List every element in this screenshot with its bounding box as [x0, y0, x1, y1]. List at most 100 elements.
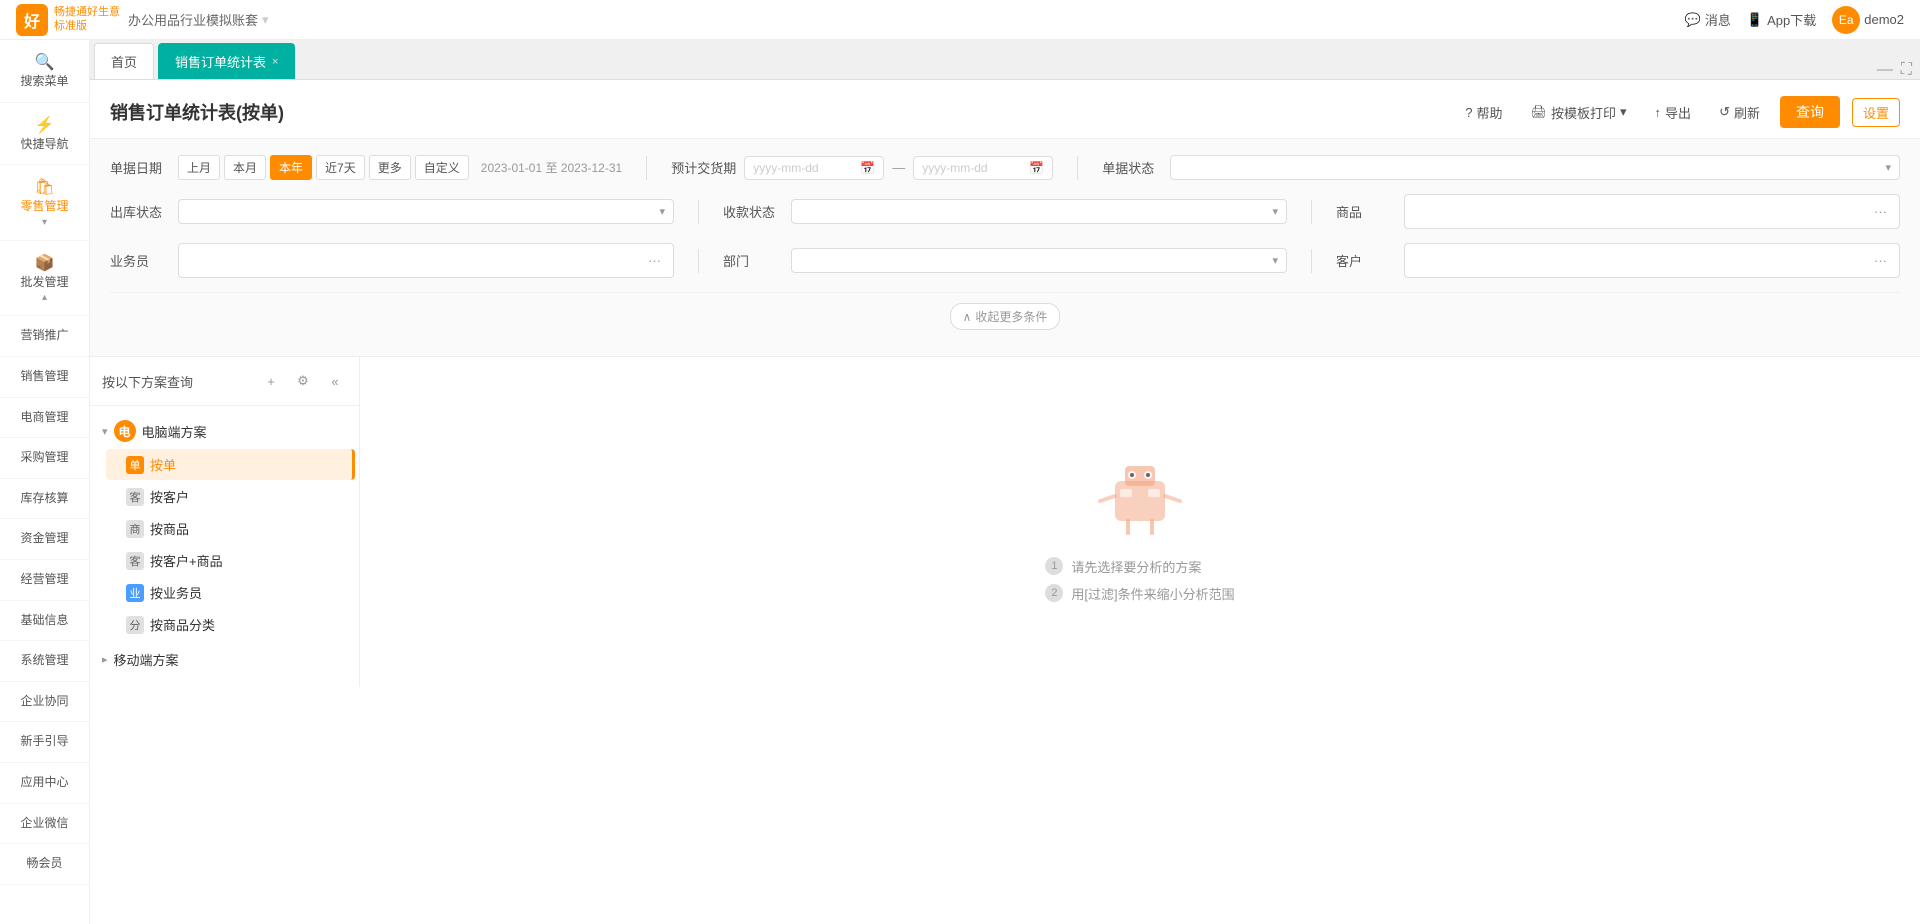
message-button[interactable]: 💬 消息: [1685, 10, 1731, 29]
user-menu[interactable]: Ea demo2: [1832, 6, 1904, 34]
scheme-tree: ▾ 电 电脑端方案 单 按单: [90, 406, 359, 687]
by-order-label: 按单: [150, 455, 176, 474]
salesperson-input[interactable]: ···: [178, 243, 674, 278]
sidebar-item-label: 基础信息: [20, 613, 68, 629]
goods-dots[interactable]: ···: [1870, 200, 1891, 223]
sidebar-item-enterprise[interactable]: 企业协同: [0, 682, 89, 723]
sidebar-item-inventory[interactable]: 库存核算: [0, 479, 89, 520]
salesperson-dots[interactable]: ···: [644, 249, 665, 272]
pc-tree-children: 单 按单 客 按客户 商: [90, 449, 359, 640]
this-year-btn[interactable]: 本年: [270, 155, 312, 180]
sidebar-item-newguide[interactable]: 新手引导: [0, 722, 89, 763]
sidebar-item-ecommerce[interactable]: 电商管理: [0, 398, 89, 439]
tab-sales-order[interactable]: 销售订单统计表 ×: [158, 43, 295, 79]
sidebar-item-purchase[interactable]: 采购管理: [0, 438, 89, 479]
sidebar-item-finance[interactable]: 资金管理: [0, 519, 89, 560]
sidebar: 🔍 搜索菜单 ⚡ 快捷导航 🛍 零售管理 ▾ 📦 批发管理 ▴ 营销推广 销售管…: [0, 40, 90, 924]
sidebar-item-wholesale[interactable]: 📦 批发管理 ▴: [0, 241, 89, 317]
page-header: 销售订单统计表(按单) ? 帮助 🖨 按模板打印 ▾ ↑ 导出: [90, 80, 1920, 139]
status-label: 单据状态: [1102, 158, 1162, 177]
sidebar-item-sales[interactable]: 销售管理: [0, 357, 89, 398]
goods-input[interactable]: ···: [1404, 194, 1900, 229]
logo-area: 好 畅捷通好生意 标准版: [16, 4, 120, 36]
quicknav-icon: ⚡: [35, 115, 55, 135]
status-select[interactable]: ▾: [1170, 155, 1900, 180]
sidebar-item-retail[interactable]: 🛍 零售管理 ▾: [0, 165, 89, 241]
print-icon: 🖨: [1530, 104, 1547, 120]
last-7days-btn[interactable]: 近7天: [316, 155, 365, 180]
sidebar-item-label: 应用中心: [20, 775, 68, 791]
tip-num-2: 2: [1045, 584, 1063, 602]
receipt-status-label: 收款状态: [723, 202, 783, 221]
this-month-btn[interactable]: 本月: [224, 155, 266, 180]
pc-group-header[interactable]: ▾ 电 电脑端方案: [90, 414, 359, 448]
sidebar-item-label: 销售管理: [20, 369, 68, 385]
sidebar-item-wechat[interactable]: 企业微信: [0, 804, 89, 845]
chevron-down-icon: ▾: [42, 217, 47, 228]
last-month-btn[interactable]: 上月: [178, 155, 220, 180]
mobile-group-header[interactable]: ▸ 移动端方案: [90, 644, 359, 675]
filter-area: 单据日期 上月 本月 本年 近7天 更多 自定义 2023-01-01 至 20…: [90, 139, 1920, 357]
settings-scheme-button[interactable]: ⚙: [291, 369, 315, 393]
sidebar-item-appcenter[interactable]: 应用中心: [0, 763, 89, 804]
divider-5: [698, 249, 699, 273]
sidebar-item-quicknav[interactable]: ⚡ 快捷导航: [0, 103, 89, 166]
receipt-status-select[interactable]: ▾: [791, 199, 1287, 224]
empty-illustration: [1090, 441, 1190, 541]
customer-input[interactable]: ···: [1404, 243, 1900, 278]
customer-dots[interactable]: ···: [1870, 249, 1891, 272]
tab-maximize-icon[interactable]: ⛶: [1901, 61, 1912, 79]
tree-item-by-customer[interactable]: 客 按客户: [106, 481, 355, 512]
print-button[interactable]: 🖨 按模板打印 ▾: [1522, 99, 1634, 126]
export-button[interactable]: ↑ 导出: [1647, 99, 1700, 126]
sidebar-item-system[interactable]: 系统管理: [0, 641, 89, 682]
sidebar-item-label: 畅会员: [26, 856, 62, 872]
left-panel-title: 按以下方案查询: [102, 372, 193, 391]
help-button[interactable]: ? 帮助: [1457, 99, 1510, 126]
forecast-end-input[interactable]: yyyy-mm-dd 📅: [913, 156, 1053, 180]
sidebar-item-label: 资金管理: [20, 531, 68, 547]
sidebar-item-basic[interactable]: 基础信息: [0, 601, 89, 642]
out-status-label: 出库状态: [110, 202, 170, 221]
sidebar-item-label: 快捷导航: [20, 137, 68, 153]
tab-bar: 首页 销售订单统计表 × — ⛶: [90, 40, 1920, 80]
refresh-button[interactable]: ↺ 刷新: [1711, 99, 1768, 126]
add-scheme-button[interactable]: +: [259, 369, 283, 393]
tree-item-by-goods-category[interactable]: 分 按商品分类: [106, 609, 355, 640]
department-select[interactable]: ▾: [791, 248, 1287, 273]
settings-button[interactable]: 设置: [1852, 98, 1900, 127]
tree-item-by-order[interactable]: 单 按单: [106, 449, 355, 480]
out-status-select[interactable]: ▾: [178, 199, 674, 224]
sidebar-item-marketing[interactable]: 营销推广: [0, 316, 89, 357]
tab-minimize-icon[interactable]: —: [1877, 61, 1893, 79]
calendar-icon-2: 📅: [1029, 161, 1044, 175]
tree-item-by-salesperson[interactable]: 业 按业务员: [106, 577, 355, 608]
app-download-button[interactable]: 📱 App下载: [1747, 10, 1816, 29]
tree-item-by-customer-goods[interactable]: 客 按客户+商品: [106, 545, 355, 576]
divider-1: [646, 156, 647, 180]
goods-col: 商品 ···: [1336, 194, 1900, 229]
search-icon: 🔍: [35, 52, 55, 72]
forecast-start-input[interactable]: yyyy-mm-dd 📅: [744, 156, 884, 180]
custom-btn[interactable]: 自定义: [415, 155, 469, 180]
logo-icon: 好: [16, 4, 48, 36]
query-button[interactable]: 查询: [1780, 96, 1840, 128]
tab-home[interactable]: 首页: [94, 43, 154, 79]
sidebar-item-search[interactable]: 🔍 搜索菜单: [0, 40, 89, 103]
divider-4: [1311, 200, 1312, 224]
chevron-up-icon: ▴: [42, 292, 47, 303]
tree-item-by-goods[interactable]: 商 按商品: [106, 513, 355, 544]
forecast-end-placeholder: yyyy-mm-dd: [922, 161, 987, 175]
by-customer-goods-label: 按客户+商品: [150, 551, 223, 570]
page-actions: ? 帮助 🖨 按模板打印 ▾ ↑ 导出 ↺ 刷新: [1457, 96, 1900, 128]
forecast-start-placeholder: yyyy-mm-dd: [753, 161, 818, 175]
select-arrow-icon: ▾: [1885, 161, 1891, 174]
collapse-panel-button[interactable]: «: [323, 369, 347, 393]
by-goods-category-icon: 分: [126, 616, 144, 634]
collapse-button[interactable]: ∧ 收起更多条件: [950, 303, 1061, 330]
by-goods-icon: 商: [126, 520, 144, 538]
sidebar-item-vip[interactable]: 畅会员: [0, 844, 89, 885]
tab-close-icon[interactable]: ×: [272, 56, 278, 68]
sidebar-item-operations[interactable]: 经营管理: [0, 560, 89, 601]
more-btn[interactable]: 更多: [369, 155, 411, 180]
